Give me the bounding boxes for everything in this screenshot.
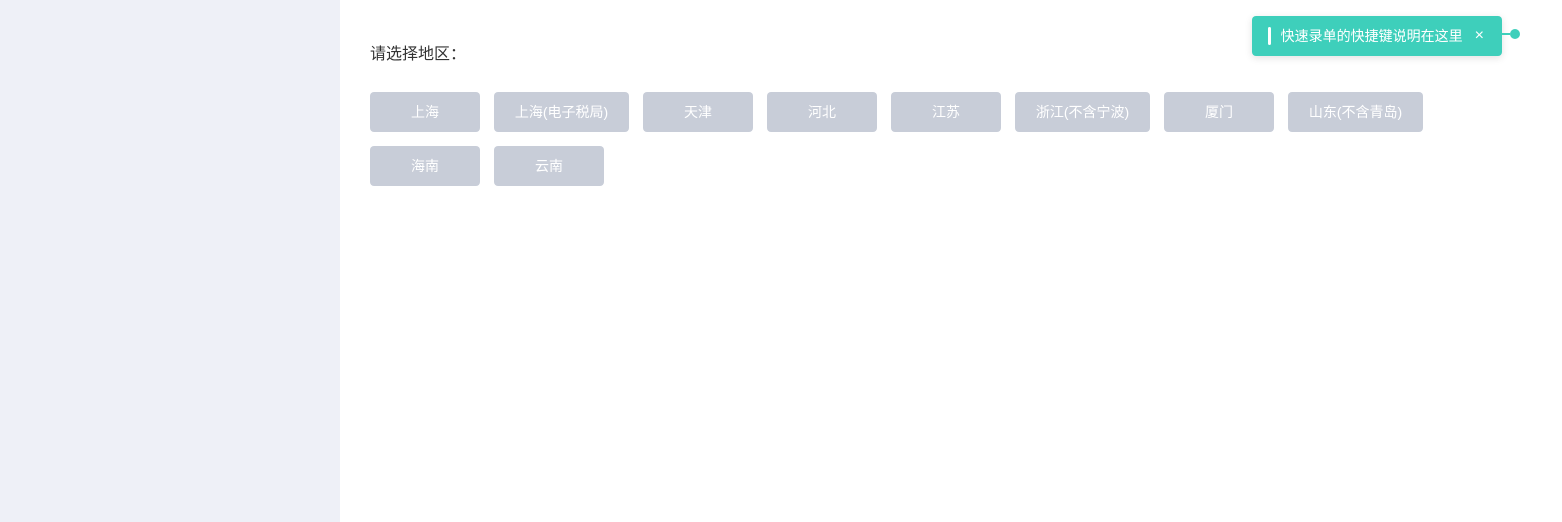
tooltip-text: 快速录单的快捷键说明在这里 (1281, 26, 1463, 46)
main-content: 请选择地区： 上海上海(电子税局)天津河北江苏浙江(不含宁波)厦门山东(不含青岛… (340, 0, 1562, 522)
region-button-zhejiang[interactable]: 浙江(不含宁波) (1015, 92, 1150, 132)
region-button-hebei[interactable]: 河北 (767, 92, 877, 132)
region-button-shanghai-etax[interactable]: 上海(电子税局) (494, 92, 629, 132)
dot-connector (1510, 29, 1520, 39)
region-button-shanghai[interactable]: 上海 (370, 92, 480, 132)
region-button-yunnan[interactable]: 云南 (494, 146, 604, 186)
region-button-tianjin[interactable]: 天津 (643, 92, 753, 132)
sidebar (0, 0, 340, 522)
region-button-jiangsu[interactable]: 江苏 (891, 92, 1001, 132)
tooltip-accent (1268, 27, 1271, 45)
tooltip-bar: 快速录单的快捷键说明在这里 × (1252, 16, 1502, 56)
region-buttons: 上海上海(电子税局) 天津河北江苏浙江(不含宁波) 厦门山东(不含青岛) 海南云南 (370, 92, 1532, 186)
tooltip-close-button[interactable]: × (1473, 28, 1486, 44)
dot-line (1492, 33, 1510, 35)
region-button-xiamen[interactable]: 厦门 (1164, 92, 1274, 132)
region-button-shandong[interactable]: 山东(不含青岛) (1288, 92, 1423, 132)
region-button-hainan[interactable]: 海南 (370, 146, 480, 186)
